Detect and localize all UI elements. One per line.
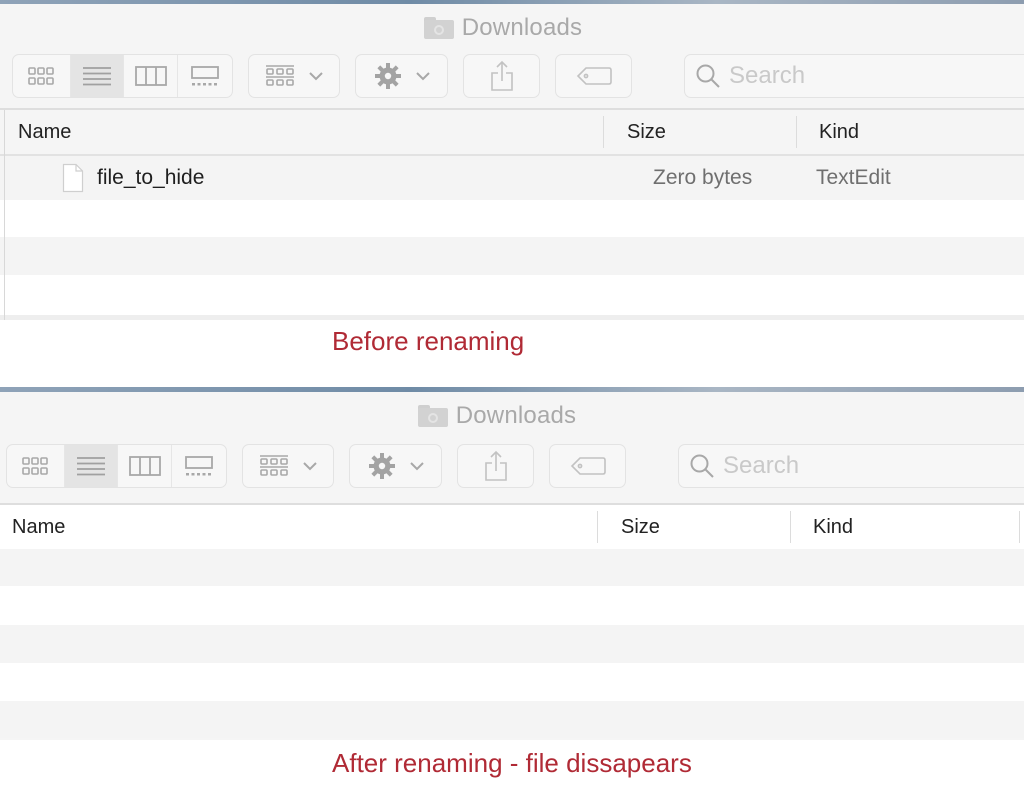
column-separator[interactable] — [597, 511, 598, 543]
group-by-button[interactable] — [242, 444, 334, 488]
file-name-cell: file_to_hide — [62, 156, 204, 200]
action-menu-button[interactable] — [355, 54, 448, 98]
tags-button[interactable] — [549, 444, 626, 488]
share-button[interactable] — [463, 54, 540, 98]
document-icon — [62, 163, 84, 193]
list-view-icon — [77, 457, 106, 476]
column-separator[interactable] — [603, 116, 604, 148]
column-header-row: Name Size Kind — [0, 110, 1024, 154]
column-separator[interactable] — [796, 116, 797, 148]
share-icon — [484, 450, 507, 481]
window-left-edge — [4, 110, 5, 320]
chevron-down-icon — [309, 71, 323, 80]
list-view-button[interactable] — [64, 445, 119, 487]
title-bar: Downloads — [0, 392, 1024, 440]
icon-view-button[interactable] — [13, 55, 71, 97]
toolbar: Search — [0, 444, 1024, 490]
view-mode-segmented-control — [6, 444, 227, 488]
gear-icon — [368, 453, 395, 479]
gear-icon — [374, 63, 401, 89]
window-title: Downloads — [461, 14, 583, 41]
empty-row — [0, 315, 1024, 320]
gallery-view-button[interactable] — [178, 55, 232, 97]
toolbar: Search — [0, 54, 1024, 100]
empty-row — [0, 549, 1024, 586]
search-placeholder: Search — [723, 452, 800, 479]
caption-before: Before renaming — [332, 326, 525, 356]
window-title: Downloads — [455, 402, 577, 429]
finder-window-after: Downloads Search Name Size Kind — [0, 392, 1024, 740]
column-view-icon — [134, 66, 167, 86]
column-header-row: Name Size Kind — [0, 505, 1024, 549]
empty-row — [0, 275, 1024, 315]
column-separator[interactable] — [1019, 511, 1020, 543]
action-menu-button[interactable] — [349, 444, 442, 488]
column-header-name[interactable]: Name — [18, 110, 598, 154]
view-mode-segmented-control — [12, 54, 233, 98]
empty-row — [0, 237, 1024, 275]
file-list-empty — [0, 549, 1024, 740]
search-placeholder: Search — [729, 62, 806, 89]
list-view-icon — [83, 67, 112, 86]
caption-after: After renaming - file dissapears — [332, 748, 692, 778]
file-size-cell: Zero bytes — [653, 166, 753, 189]
file-row[interactable]: file_to_hide Zero bytes TextEdit — [0, 156, 1024, 200]
finder-window-before: Downloads Search Name Size Kind file_to_… — [0, 4, 1024, 320]
gallery-view-icon — [191, 66, 220, 86]
chevron-down-icon — [303, 461, 317, 470]
column-header-kind[interactable]: Kind — [819, 110, 1019, 154]
column-view-icon — [128, 456, 161, 476]
chevron-down-icon — [415, 71, 430, 80]
search-icon — [690, 454, 714, 478]
tag-icon — [576, 67, 612, 85]
tag-icon — [570, 457, 606, 475]
title-bar: Downloads — [0, 4, 1024, 52]
search-field[interactable]: Search — [684, 54, 1024, 98]
column-separator[interactable] — [790, 511, 791, 543]
column-header-name[interactable]: Name — [12, 505, 592, 549]
icon-view-icon — [22, 457, 49, 475]
downloads-folder-icon — [417, 405, 448, 427]
column-header-size[interactable]: Size — [621, 505, 781, 549]
chevron-down-icon — [409, 461, 424, 470]
file-kind-cell: TextEdit — [816, 166, 891, 189]
gallery-view-button[interactable] — [172, 445, 226, 487]
group-by-icon — [260, 455, 288, 476]
empty-row — [0, 200, 1024, 237]
icon-view-icon — [28, 67, 55, 85]
column-view-button[interactable] — [124, 55, 179, 97]
column-header-kind[interactable]: Kind — [813, 505, 1013, 549]
share-icon — [490, 60, 513, 91]
tags-button[interactable] — [555, 54, 632, 98]
file-name: file_to_hide — [97, 166, 205, 189]
column-view-button[interactable] — [118, 445, 173, 487]
group-by-button[interactable] — [248, 54, 340, 98]
empty-row — [0, 625, 1024, 663]
search-field[interactable]: Search — [678, 444, 1024, 488]
column-header-size[interactable]: Size — [627, 110, 787, 154]
search-icon — [696, 64, 720, 88]
file-list: file_to_hide Zero bytes TextEdit — [0, 156, 1024, 320]
group-by-icon — [266, 65, 294, 86]
empty-row — [0, 701, 1024, 738]
empty-row — [0, 663, 1024, 701]
downloads-folder-icon — [423, 17, 454, 39]
gallery-view-icon — [185, 456, 214, 476]
empty-row — [0, 586, 1024, 625]
share-button[interactable] — [457, 444, 534, 488]
icon-view-button[interactable] — [7, 445, 65, 487]
list-view-button[interactable] — [70, 55, 125, 97]
